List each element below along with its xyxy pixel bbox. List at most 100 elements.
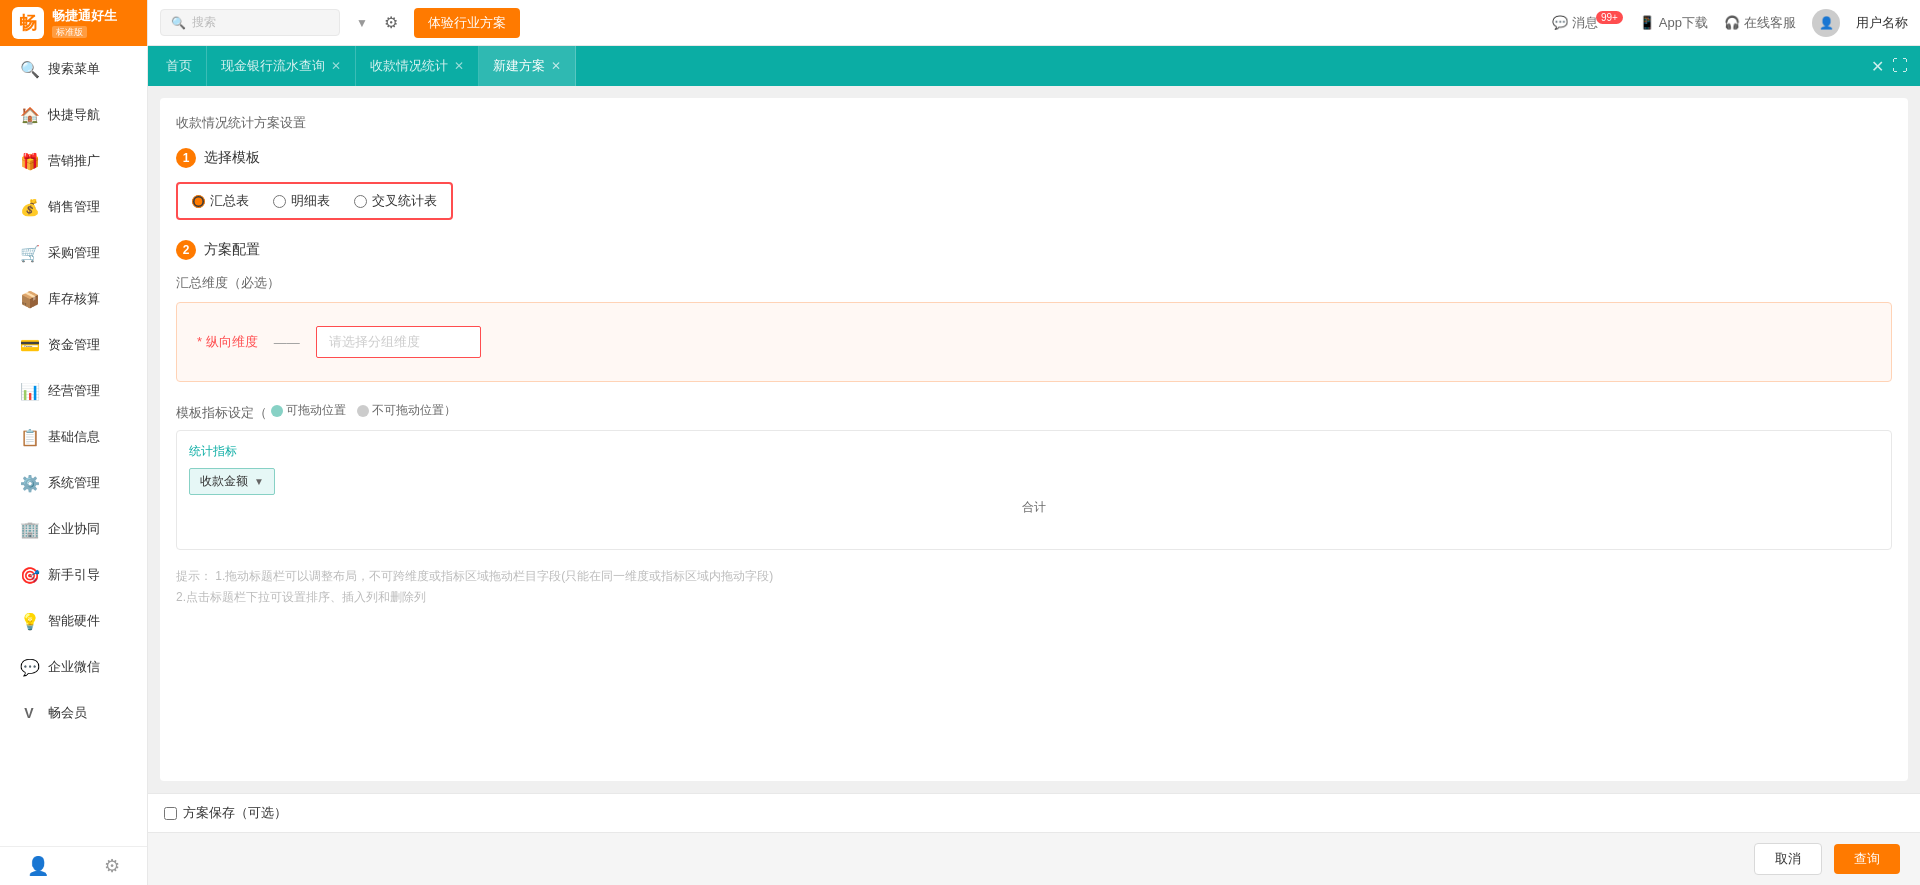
sidebar-item-company[interactable]: 🏢 企业协同 (0, 506, 147, 552)
radio-summary[interactable]: 汇总表 (192, 192, 249, 210)
sidebar-person-btn[interactable]: 👤 (27, 855, 49, 877)
radio-summary-label: 汇总表 (210, 192, 249, 210)
radio-summary-input[interactable] (192, 195, 205, 208)
sidebar-bottom: 👤 ⚙ (0, 846, 147, 885)
download-item[interactable]: 📱 App下载 (1639, 14, 1708, 32)
support-item[interactable]: 🎧 在线客服 (1724, 14, 1796, 32)
bottom-bar: 方案保存（可选） (148, 793, 1920, 832)
sidebar-item-wechat[interactable]: 💬 企业微信 (0, 644, 147, 690)
sidebar-item-purchase[interactable]: 🛒 采购管理 (0, 230, 147, 276)
member-icon: V (20, 705, 38, 721)
notification-label: 消息 (1572, 14, 1598, 32)
tab-receipt-stats-label: 收款情况统计 (370, 57, 448, 75)
tab-bank-flow[interactable]: 现金银行流水查询 ✕ (207, 46, 356, 86)
industry-btn[interactable]: 体验行业方案 (414, 8, 520, 38)
bulb-icon: 💡 (20, 612, 38, 631)
chevron-down-icon: ▼ (254, 476, 264, 487)
tab-new-plan-close[interactable]: ✕ (551, 59, 561, 73)
save-option[interactable]: 方案保存（可选） (164, 804, 287, 822)
draggable-dot (271, 405, 283, 417)
tab-receipt-stats-close[interactable]: ✕ (454, 59, 464, 73)
notification-item[interactable]: 💬 消息 99+ (1552, 14, 1623, 32)
close-window-icon[interactable]: ✕ (1871, 57, 1884, 76)
search-icon: 🔍 (20, 60, 38, 79)
sidebar-item-capital[interactable]: 💳 资金管理 (0, 322, 147, 368)
target-icon: 🎯 (20, 566, 38, 585)
config-area: * 纵向维度 —— 请选择分组维度 (176, 302, 1892, 382)
sidebar-item-sales[interactable]: 💰 销售管理 (0, 184, 147, 230)
page-content: 收款情况统计方案设置 1 选择模板 汇总表 明细表 (148, 86, 1920, 885)
headset-icon: 🎧 (1724, 15, 1740, 30)
radio-detail[interactable]: 明细表 (273, 192, 330, 210)
breadcrumb: 收款情况统计方案设置 (176, 114, 1892, 132)
save-label: 方案保存（可选） (183, 804, 287, 822)
non-draggable-badge: 不可拖动位置） (357, 402, 456, 419)
gear-icon: ⚙️ (20, 474, 38, 493)
search-box[interactable]: 🔍 搜索 (160, 9, 340, 36)
tab-home[interactable]: 首页 (152, 46, 207, 86)
sidebar-item-quick-nav[interactable]: 🏠 快捷导航 (0, 92, 147, 138)
support-label: 在线客服 (1744, 14, 1796, 32)
card-icon: 💳 (20, 336, 38, 355)
section-title-1: 选择模板 (204, 149, 260, 167)
draggable-badge: 可拖动位置 (271, 402, 346, 419)
radio-cross-label: 交叉统计表 (372, 192, 437, 210)
cancel-button[interactable]: 取消 (1754, 843, 1822, 875)
sidebar-settings-btn[interactable]: ⚙ (104, 855, 120, 877)
tab-bank-flow-label: 现金银行流水查询 (221, 57, 325, 75)
dimension-row: * 纵向维度 —— 请选择分组维度 (197, 326, 481, 358)
radio-cross-input[interactable] (354, 195, 367, 208)
tabbar-controls: ✕ ⛶ (1871, 57, 1916, 76)
notification-badge: 99+ (1596, 11, 1623, 24)
search-icon: 🔍 (171, 16, 186, 30)
sidebar-item-hardware[interactable]: 💡 智能硬件 (0, 598, 147, 644)
gift-icon: 🎁 (20, 152, 38, 171)
tab-receipt-stats[interactable]: 收款情况统计 ✕ (356, 46, 479, 86)
sidebar-item-member[interactable]: V 畅会员 (0, 690, 147, 736)
building-icon: 🏢 (20, 520, 38, 539)
metric-tag-container: 收款金额 ▼ 合计 (189, 468, 1879, 520)
save-checkbox[interactable] (164, 807, 177, 820)
sidebar-item-inventory[interactable]: 📦 库存核算 (0, 276, 147, 322)
person-icon: 👤 (27, 855, 49, 877)
chat-icon: 💬 (20, 658, 38, 677)
radio-cross[interactable]: 交叉统计表 (354, 192, 437, 210)
section-template-header: 1 选择模板 (176, 148, 1892, 168)
sidebar-item-basic-info[interactable]: 📋 基础信息 (0, 414, 147, 460)
metric-tag-amount[interactable]: 收款金额 ▼ (189, 468, 275, 495)
chevron-down-icon: ▼ (356, 16, 368, 30)
user-avatar[interactable]: 👤 (1812, 9, 1840, 37)
sidebar-item-system[interactable]: ⚙️ 系统管理 (0, 460, 147, 506)
main-content: 🔍 搜索 ▼ ⚙ 体验行业方案 💬 消息 99+ 📱 App下载 🎧 在线客服 … (148, 0, 1920, 885)
sidebar-item-marketing[interactable]: 🎁 营销推广 (0, 138, 147, 184)
settings-icon: ⚙ (104, 855, 120, 877)
sidebar-item-management[interactable]: 📊 经营管理 (0, 368, 147, 414)
radio-detail-input[interactable] (273, 195, 286, 208)
sidebar-logo: 畅 畅捷通好生 标准版 (0, 0, 147, 46)
expand-icon[interactable]: ⛶ (1892, 57, 1908, 75)
topbar-actions: 💬 消息 99+ 📱 App下载 🎧 在线客服 👤 用户名称 (1552, 9, 1908, 37)
dimension-section: 汇总维度（必选） * 纵向维度 —— 请选择分组维度 (176, 274, 1892, 382)
radio-detail-label: 明细表 (291, 192, 330, 210)
chart-icon: 📊 (20, 382, 38, 401)
section-num-2: 2 (176, 240, 196, 260)
topbar-dropdown[interactable]: ▼ (356, 16, 368, 30)
settings-icon[interactable]: ⚙ (384, 13, 398, 32)
section-title-2: 方案配置 (204, 241, 260, 259)
tab-new-plan[interactable]: 新建方案 ✕ (479, 46, 576, 86)
tab-home-label: 首页 (166, 57, 192, 75)
tabbar: 首页 现金银行流水查询 ✕ 收款情况统计 ✕ 新建方案 ✕ ✕ ⛶ (148, 46, 1920, 86)
download-icon: 📱 (1639, 15, 1655, 30)
dimension-select[interactable]: 请选择分组维度 (316, 326, 481, 358)
sidebar-item-newbie[interactable]: 🎯 新手引导 (0, 552, 147, 598)
dimension-placeholder: 请选择分组维度 (329, 334, 420, 349)
tab-bank-flow-close[interactable]: ✕ (331, 59, 341, 73)
query-button[interactable]: 查询 (1834, 844, 1900, 874)
metrics-section: 模板指标设定（ 可拖动位置 不可拖动位置） 统计指标 (176, 402, 1892, 550)
clipboard-icon: 📋 (20, 428, 38, 447)
vertical-dimension-label: * 纵向维度 (197, 333, 258, 351)
sidebar-item-search-menu[interactable]: 🔍 搜索菜单 (0, 46, 147, 92)
tip-line-1: 提示： 1.拖动标题栏可以调整布局，不可跨维度或指标区域拖动栏目字段(只能在同一… (176, 566, 1892, 588)
dimension-title: 汇总维度（必选） (176, 274, 1892, 292)
metrics-area: 统计指标 收款金额 ▼ 合计 (176, 430, 1892, 550)
